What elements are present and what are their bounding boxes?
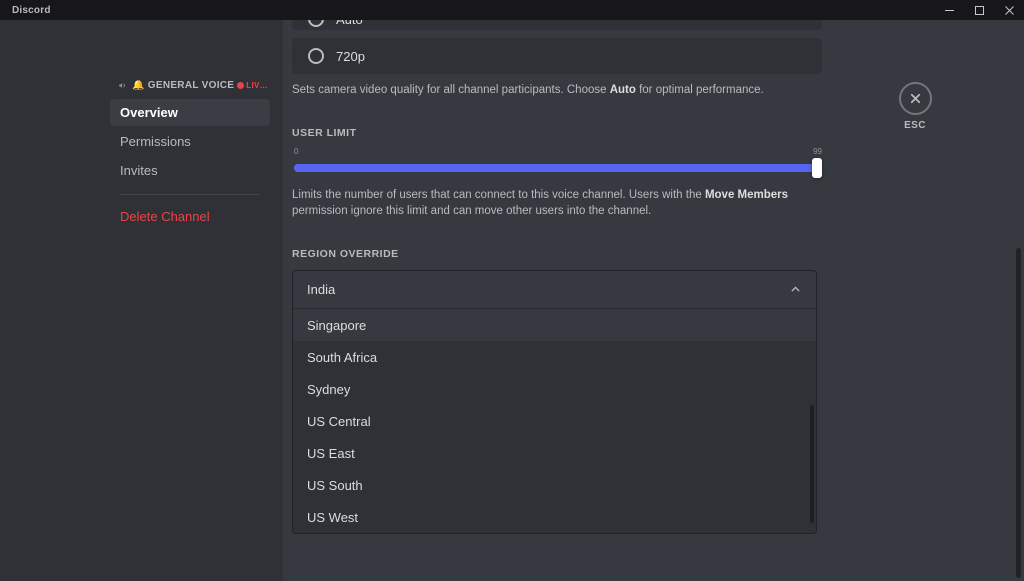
slider-fill <box>294 164 818 172</box>
region-option-label: US West <box>307 510 358 525</box>
region-dropdown-trigger[interactable]: India <box>293 271 816 309</box>
region-option-label: Singapore <box>307 318 366 333</box>
sidebar-item-overview[interactable]: Overview <box>110 99 270 126</box>
sidebar-item-label: Overview <box>120 105 178 120</box>
radio-option-label: 720p <box>336 49 365 64</box>
user-limit-description: Limits the number of users that can conn… <box>292 187 822 220</box>
sidebar-inner: 🔔 GENERAL VOICE LIV… Overview Permission… <box>110 80 270 581</box>
slider-max-label: 99 <box>813 147 822 156</box>
content-inner: Auto 720p Sets camera video quality for … <box>292 20 822 534</box>
desc-part-2: permission ignore this limit and can mov… <box>292 205 651 217</box>
region-dropdown-list[interactable]: Singapore South Africa Sydney US Central <box>293 309 816 533</box>
region-override-label: Region Override <box>292 248 822 260</box>
region-option-us-central[interactable]: US Central <box>293 405 816 437</box>
radio-unselected-icon <box>308 20 324 27</box>
sidebar-item-permissions[interactable]: Permissions <box>110 128 270 155</box>
live-dot-icon <box>237 82 244 89</box>
slider-track[interactable] <box>294 164 818 172</box>
radio-option-label: Auto <box>336 20 363 27</box>
channel-name: GENERAL VOICE <box>148 80 235 91</box>
region-option-us-south[interactable]: US South <box>293 469 816 501</box>
region-override-dropdown: India Singapore <box>292 270 817 534</box>
close-icon[interactable] <box>994 0 1024 20</box>
video-quality-option-720p[interactable]: 720p <box>292 38 822 74</box>
user-limit-slider[interactable]: 0 99 <box>292 147 822 181</box>
window-title: Discord <box>0 5 51 16</box>
sidebar-divider <box>120 194 260 195</box>
sidebar-item-label: Invites <box>120 163 158 178</box>
discord-window: Discord <box>0 0 1024 581</box>
region-option-sydney[interactable]: Sydney <box>293 373 816 405</box>
delete-channel-button[interactable]: Delete Channel <box>110 203 270 230</box>
region-option-label: US East <box>307 446 355 461</box>
close-icon <box>899 82 932 115</box>
dropdown-scrollbar[interactable] <box>810 405 814 523</box>
sidebar-item-label: Permissions <box>120 134 191 149</box>
close-panel-label: ESC <box>904 120 926 131</box>
chevron-up-icon <box>789 283 802 296</box>
video-quality-description: Sets camera video quality for all channe… <box>292 82 822 99</box>
delete-channel-label: Delete Channel <box>120 209 210 224</box>
desc-part-1: Limits the number of users that can conn… <box>292 189 705 201</box>
desc-bold: Auto <box>610 84 636 96</box>
title-bar: Discord <box>0 0 1024 20</box>
radio-unselected-icon <box>308 48 324 64</box>
desc-bold: Move Members <box>705 189 788 201</box>
region-option-label: US Central <box>307 414 371 429</box>
sidebar-item-invites[interactable]: Invites <box>110 157 270 184</box>
region-option-south-africa[interactable]: South Africa <box>293 341 816 373</box>
live-badge: LIV… <box>237 81 267 90</box>
region-option-us-east[interactable]: US East <box>293 437 816 469</box>
user-limit-label: User Limit <box>292 127 822 139</box>
channel-emoji: 🔔 <box>132 81 145 91</box>
region-option-us-west[interactable]: US West <box>293 501 816 533</box>
content-scroll-area[interactable]: Auto 720p Sets camera video quality for … <box>283 20 860 581</box>
region-option-label: South Africa <box>307 350 377 365</box>
window-body: 🔔 GENERAL VOICE LIV… Overview Permission… <box>0 20 1024 581</box>
speaker-icon <box>118 80 129 91</box>
region-selected-value: India <box>307 282 335 297</box>
slider-thumb[interactable] <box>812 158 822 178</box>
minimize-icon[interactable] <box>934 0 964 20</box>
region-option-singapore[interactable]: Singapore <box>293 309 816 341</box>
close-settings-button[interactable]: ESC <box>889 82 941 131</box>
slider-min-label: 0 <box>294 147 298 156</box>
maximize-icon[interactable] <box>964 0 994 20</box>
desc-part-1: Sets camera video quality for all channe… <box>292 84 610 96</box>
content-scrollbar[interactable] <box>1016 248 1021 578</box>
settings-content: Auto 720p Sets camera video quality for … <box>283 20 860 581</box>
live-badge-label: LIV… <box>246 81 267 90</box>
channel-header: 🔔 GENERAL VOICE LIV… <box>110 80 270 99</box>
desc-part-2: for optimal performance. <box>636 84 764 96</box>
region-option-label: US South <box>307 478 363 493</box>
close-panel-rail: ESC <box>860 20 1024 581</box>
window-controls <box>934 0 1024 20</box>
video-quality-option-auto[interactable]: Auto <box>292 20 822 30</box>
region-option-label: Sydney <box>307 382 350 397</box>
settings-sidebar: 🔔 GENERAL VOICE LIV… Overview Permission… <box>0 20 283 581</box>
